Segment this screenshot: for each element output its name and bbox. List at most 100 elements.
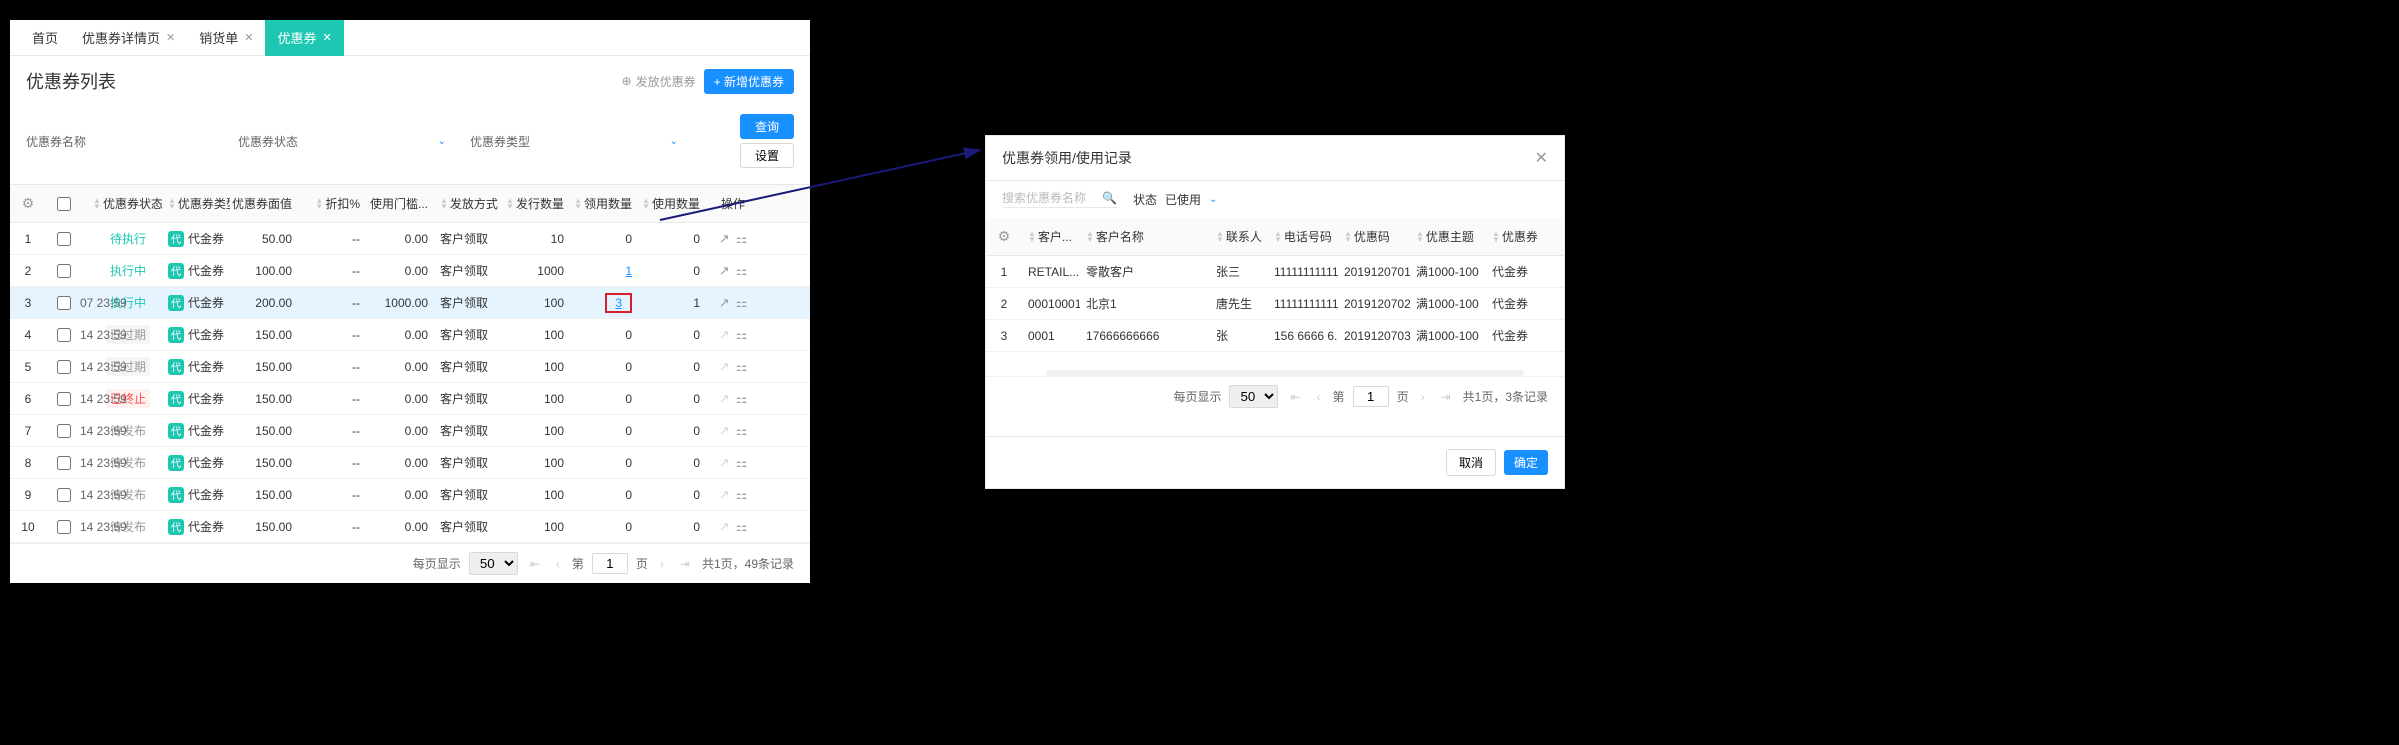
- external-link-icon[interactable]: ↗: [719, 295, 730, 311]
- qr-icon[interactable]: ⚏: [736, 359, 748, 375]
- next-page-button[interactable]: ›: [656, 557, 668, 571]
- row-checkbox[interactable]: [57, 392, 71, 406]
- external-link-icon[interactable]: ↗: [719, 231, 730, 247]
- sort-icon[interactable]: ▲▼: [440, 198, 448, 210]
- filter-bar: 优惠券名称 优惠券状态 ⌄ 优惠券类型 ⌄ 查询 设置: [10, 106, 810, 185]
- confirm-button[interactable]: 确定: [1504, 450, 1548, 475]
- prev-page-button[interactable]: ‹: [552, 557, 564, 571]
- table-row[interactable]: 8 14 23:59 待发布 代代金券 150.00 -- 0.00 客户领取 …: [10, 447, 810, 479]
- modal-title: 优惠券领用/使用记录: [1002, 148, 1132, 168]
- external-link-icon: ↗: [719, 359, 730, 375]
- external-link-icon: ↗: [719, 487, 730, 503]
- page-size-select[interactable]: 50: [469, 552, 518, 575]
- add-coupon-button[interactable]: + 新增优惠券: [704, 69, 794, 94]
- external-link-icon: ↗: [719, 391, 730, 407]
- row-checkbox[interactable]: [57, 264, 71, 278]
- sort-icon[interactable]: ▲▼: [94, 198, 101, 210]
- main-panel: 首页优惠券详情页✕销货单✕优惠券✕ 优惠券列表 ⊕ 发放优惠券 + 新增优惠券 …: [10, 20, 810, 583]
- external-link-icon[interactable]: ↗: [719, 263, 730, 279]
- settings-button[interactable]: 设置: [740, 143, 794, 168]
- sort-icon[interactable]: ▲▼: [642, 198, 650, 210]
- page-input[interactable]: [592, 553, 628, 574]
- close-icon[interactable]: ✕: [244, 31, 253, 44]
- search-button[interactable]: 查询: [740, 114, 794, 139]
- row-checkbox[interactable]: [57, 360, 71, 374]
- qr-icon[interactable]: ⚏: [736, 423, 748, 439]
- table-row[interactable]: 4 14 23:59 已过期 代代金券 150.00 -- 0.00 客户领取 …: [10, 319, 810, 351]
- modal-page-size-select[interactable]: 50: [1229, 385, 1278, 408]
- next-page-button[interactable]: ›: [1417, 390, 1429, 404]
- first-page-button[interactable]: ⇤: [526, 557, 544, 571]
- tab[interactable]: 优惠券详情页✕: [70, 20, 187, 56]
- table-body: 1 待执行 代代金券 50.00 -- 0.00 客户领取 10 0 0 ↗⚏ …: [10, 223, 810, 543]
- close-icon[interactable]: ✕: [1535, 148, 1548, 168]
- qr-icon[interactable]: ⚏: [736, 455, 748, 471]
- qr-icon[interactable]: ⚏: [736, 263, 748, 279]
- qr-icon[interactable]: ⚏: [736, 295, 748, 311]
- sort-icon[interactable]: ▲▼: [315, 198, 323, 210]
- prev-page-button[interactable]: ‹: [1313, 390, 1325, 404]
- cancel-button[interactable]: 取消: [1446, 449, 1496, 476]
- row-checkbox[interactable]: [57, 456, 71, 470]
- row-checkbox[interactable]: [57, 232, 71, 246]
- first-page-button[interactable]: ⇤: [1286, 390, 1304, 404]
- tab[interactable]: 销货单✕: [187, 20, 265, 56]
- modal-search[interactable]: 🔍: [1002, 191, 1117, 208]
- filter-name-input[interactable]: [94, 129, 214, 153]
- issue-coupon-link[interactable]: ⊕ 发放优惠券: [622, 73, 696, 90]
- modal-search-input[interactable]: [1002, 191, 1102, 205]
- filter-type-select[interactable]: ⌄: [538, 132, 678, 151]
- select-all-checkbox[interactable]: [57, 197, 71, 211]
- qr-icon[interactable]: ⚏: [736, 519, 748, 535]
- sort-icon[interactable]: ▲▼: [506, 198, 514, 210]
- row-checkbox[interactable]: [57, 520, 71, 534]
- last-page-button[interactable]: ⇥: [1437, 390, 1455, 404]
- table-row[interactable]: 6 14 23:59 已终止 代代金券 150.00 -- 0.00 客户领取 …: [10, 383, 810, 415]
- qr-icon[interactable]: ⚏: [736, 231, 748, 247]
- table-header: ⚙ ▲▼优惠券状态 ▲▼优惠券类型 ▲▼优惠券面值 ▲▼折扣% ▲▼使用门槛..…: [10, 185, 810, 223]
- close-icon[interactable]: ✕: [166, 31, 175, 44]
- search-icon[interactable]: 🔍: [1102, 191, 1117, 205]
- table-row[interactable]: 2 00010001 北京1 唐先生 11111111111 201912070…: [986, 288, 1564, 320]
- filter-status-select[interactable]: ⌄: [306, 132, 446, 151]
- row-checkbox[interactable]: [57, 424, 71, 438]
- filter-type-label: 优惠券类型: [470, 133, 530, 150]
- table-row[interactable]: 1 RETAIL... 零散客户 张三 11111111111 20191207…: [986, 256, 1564, 288]
- chevron-down-icon: ⌄: [438, 136, 446, 147]
- table-row[interactable]: 5 14 23:59 已过期 代代金券 150.00 -- 0.00 客户领取 …: [10, 351, 810, 383]
- table-row[interactable]: 7 14 23:59 待发布 代代金券 150.00 -- 0.00 客户领取 …: [10, 415, 810, 447]
- tab[interactable]: 优惠券✕: [265, 20, 343, 56]
- table-row[interactable]: 10 14 23:59 待发布 代代金券 150.00 -- 0.00 客户领取…: [10, 511, 810, 543]
- qr-icon[interactable]: ⚏: [736, 391, 748, 407]
- qr-icon[interactable]: ⚏: [736, 487, 748, 503]
- table-row[interactable]: 3 07 23:59 执行中 代代金券 200.00 -- 1000.00 客户…: [10, 287, 810, 319]
- row-checkbox[interactable]: [57, 328, 71, 342]
- gear-icon[interactable]: ⚙: [22, 195, 35, 212]
- chevron-down-icon[interactable]: ⌄: [1209, 194, 1217, 205]
- table-row[interactable]: 2 执行中 代代金券 100.00 -- 0.00 客户领取 1000 1 0 …: [10, 255, 810, 287]
- chevron-down-icon: ⌄: [670, 136, 678, 147]
- gear-icon[interactable]: ⚙: [998, 228, 1011, 245]
- tab[interactable]: 首页: [20, 20, 70, 56]
- claim-count-link[interactable]: 3: [615, 296, 622, 310]
- close-icon[interactable]: ✕: [323, 31, 332, 44]
- claim-count-link[interactable]: 1: [625, 264, 632, 278]
- row-checkbox[interactable]: [57, 488, 71, 502]
- modal-pager: 每页显示 50 ⇤ ‹ 第 页 › ⇥ 共1页，3条记录: [986, 376, 1564, 416]
- modal-status-value[interactable]: 已使用: [1165, 191, 1201, 208]
- sort-icon[interactable]: ▲▼: [574, 198, 582, 210]
- tab-bar: 首页优惠券详情页✕销货单✕优惠券✕: [10, 20, 810, 56]
- title-bar: 优惠券列表 ⊕ 发放优惠券 + 新增优惠券: [10, 56, 810, 106]
- table-row[interactable]: 9 14 23:59 待发布 代代金券 150.00 -- 0.00 客户领取 …: [10, 479, 810, 511]
- row-checkbox[interactable]: [57, 296, 71, 310]
- last-page-button[interactable]: ⇥: [676, 557, 694, 571]
- modal-page-input[interactable]: [1353, 386, 1389, 407]
- external-link-icon: ↗: [719, 455, 730, 471]
- table-row[interactable]: 1 待执行 代代金券 50.00 -- 0.00 客户领取 10 0 0 ↗⚏: [10, 223, 810, 255]
- qr-icon[interactable]: ⚏: [736, 327, 748, 343]
- table-row[interactable]: 3 0001 17666666666 张 156 6666 6... 20191…: [986, 320, 1564, 352]
- sort-icon[interactable]: ▲▼: [168, 198, 176, 210]
- modal-table-body: 1 RETAIL... 零散客户 张三 11111111111 20191207…: [986, 256, 1564, 366]
- page-title: 优惠券列表: [26, 68, 116, 94]
- sort-icon[interactable]: ▲▼: [366, 198, 368, 210]
